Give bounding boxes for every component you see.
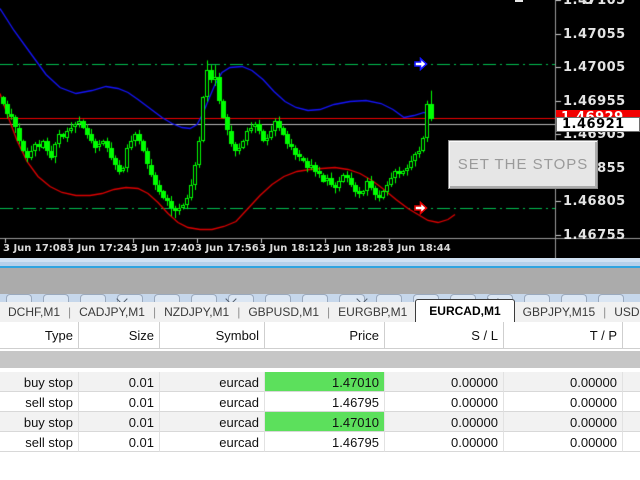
price-axis-label: 1.47105	[563, 0, 626, 8]
price-axis-label: 1.47005	[563, 60, 626, 76]
cell-tp[interactable]: 0.00000	[504, 432, 623, 452]
set-the-stops-button[interactable]: SET THE STOPS	[448, 140, 598, 189]
time-axis-label: 3 Jun 18:28	[323, 243, 387, 254]
cell-sl[interactable]: 0.00000	[385, 432, 504, 452]
order-row-buy-stop[interactable]: buy stop 0.01 eurcad 1.47010 0.00000 0.00000	[0, 372, 640, 392]
chart-tab-nzdjpy-m1[interactable]: NZDJPY,M1	[156, 302, 237, 322]
tab-strip-decoration	[191, 294, 217, 302]
tab-strip-decoration	[524, 294, 550, 302]
cell-size[interactable]: 0.01	[79, 432, 160, 452]
cell-tp[interactable]: 0.00000	[504, 392, 623, 412]
cell-price[interactable]: 1.47010	[265, 412, 385, 432]
tab-strip-decoration	[265, 294, 291, 302]
tab-strip-decoration	[598, 294, 624, 302]
orders-group-separator-row	[0, 351, 640, 372]
cell-spacer[interactable]	[623, 392, 640, 412]
cell-sl[interactable]: 0.00000	[385, 412, 504, 432]
orders-group-separator-bar	[0, 351, 640, 368]
candlestick-chart-plot[interactable]	[0, 0, 640, 258]
column-header-type[interactable]: Type	[0, 322, 79, 348]
cell-symbol[interactable]: eurcad	[160, 392, 265, 412]
column-header-symbol[interactable]: Symbol	[160, 322, 265, 348]
cell-spacer[interactable]	[623, 432, 640, 452]
column-header-spacer[interactable]	[623, 322, 640, 348]
mt4-terminal: 1.47105 1.47055 1.47005 1.46955 1.46905 1.468…	[0, 0, 640, 480]
tab-strip-decoration	[80, 294, 106, 302]
time-axis-label: 3 Jun 17:40	[131, 243, 195, 254]
cell-sl[interactable]: 0.00000	[385, 392, 504, 412]
cell-price[interactable]: 1.46795	[265, 392, 385, 412]
cell-type[interactable]: sell stop	[0, 432, 79, 452]
chart-tab-eurcad-m1[interactable]: EURCAD,M1	[415, 298, 515, 322]
cell-size[interactable]: 0.01	[79, 392, 160, 412]
time-axis-label: 3 Jun 17:56	[195, 243, 259, 254]
chart-tabs-bar: DCHF,M1 | CADJPY,M1 | NZDJPY,M1 | GBPUSD,M1 | EU…	[0, 298, 640, 322]
cell-size[interactable]: 0.01	[79, 372, 160, 392]
time-axis-label: 3 Jun 18:44	[387, 243, 451, 254]
tab-strip-decoration	[561, 294, 587, 302]
workspace-background	[0, 268, 640, 294]
cell-tp[interactable]: 0.00000	[504, 372, 623, 392]
tab-strip-decoration	[43, 294, 69, 302]
cell-symbol[interactable]: eurcad	[160, 372, 265, 392]
buy-stop-arrow-marker-icon[interactable]	[414, 56, 428, 71]
cell-type[interactable]: buy stop	[0, 372, 79, 392]
chart-window: 1.47105 1.47055 1.47005 1.46955 1.46905 1.468…	[0, 0, 640, 258]
order-row-sell-stop[interactable]: sell stop 0.01 eurcad 1.46795 0.00000 0.00000	[0, 392, 640, 412]
order-row-sell-stop[interactable]: sell stop 0.01 eurcad 1.46795 0.00000 0.00000	[0, 432, 640, 452]
time-axis-label: 3 Jun 18:12	[259, 243, 323, 254]
cell-type[interactable]: buy stop	[0, 412, 79, 432]
column-header-price[interactable]: Price	[265, 322, 385, 348]
cell-type[interactable]: sell stop	[0, 392, 79, 412]
cell-spacer[interactable]	[623, 372, 640, 392]
time-axis-label: 3 Jun 17:24	[67, 243, 131, 254]
column-header-size[interactable]: Size	[79, 322, 160, 348]
sell-stop-arrow-marker-icon[interactable]	[414, 201, 428, 216]
trade-orders-table: Type Size Symbol Price S / LT / P buy stop 0.…	[0, 322, 640, 452]
cell-spacer[interactable]	[623, 412, 640, 432]
price-axis-label: 1.46955	[563, 93, 626, 109]
cell-size[interactable]: 0.01	[79, 412, 160, 432]
chart-tab-cadjpy-m1[interactable]: CADJPY,M1	[71, 302, 153, 322]
cell-price[interactable]: 1.46795	[265, 432, 385, 452]
tab-strip-decoration	[376, 294, 402, 302]
cell-tp[interactable]: 0.00000	[504, 412, 623, 432]
bid-price-badge: 1.46921	[556, 117, 640, 132]
cell-price[interactable]: 1.47010	[265, 372, 385, 392]
chart-tab-eurgbp-m1[interactable]: EURGBP,M1	[330, 302, 415, 322]
tab-strip-decoration	[302, 294, 328, 302]
column-header-sl[interactable]: S / L	[385, 322, 504, 348]
tab-strip-decoration	[6, 294, 32, 302]
chart-tab-gbpjpy-m15[interactable]: GBPJPY,M15	[515, 302, 603, 322]
orders-table-body: buy stop 0.01 eurcad 1.47010 0.00000 0.00000 s…	[0, 372, 640, 452]
chart-tab-usdcad-[interactable]: USDCAD,	[606, 302, 640, 322]
price-axis-label: 1.46805	[563, 194, 626, 210]
price-axis-label: 1.47055	[563, 26, 626, 42]
orders-table-header: Type Size Symbol Price S / LT / P	[0, 322, 640, 349]
order-row-buy-stop[interactable]: buy stop 0.01 eurcad 1.47010 0.00000 0.00000	[0, 412, 640, 432]
price-axis-label: 1.46755	[563, 228, 626, 243]
clipped-toolbar-icon-fragment	[515, 0, 523, 2]
chart-tab-dchf-m1[interactable]: DCHF,M1	[0, 302, 68, 322]
time-axis-label: 3 Jun 17:08	[3, 243, 67, 254]
cell-symbol[interactable]: eurcad	[160, 412, 265, 432]
cell-symbol[interactable]: eurcad	[160, 432, 265, 452]
chart-tabs-strip-decoration	[0, 293, 640, 305]
tab-strip-decoration	[154, 294, 180, 302]
column-header-tp[interactable]: T / P	[504, 322, 623, 348]
cell-sl[interactable]: 0.00000	[385, 372, 504, 392]
chart-tab-gbpusd-m1[interactable]: GBPUSD,M1	[240, 302, 327, 322]
